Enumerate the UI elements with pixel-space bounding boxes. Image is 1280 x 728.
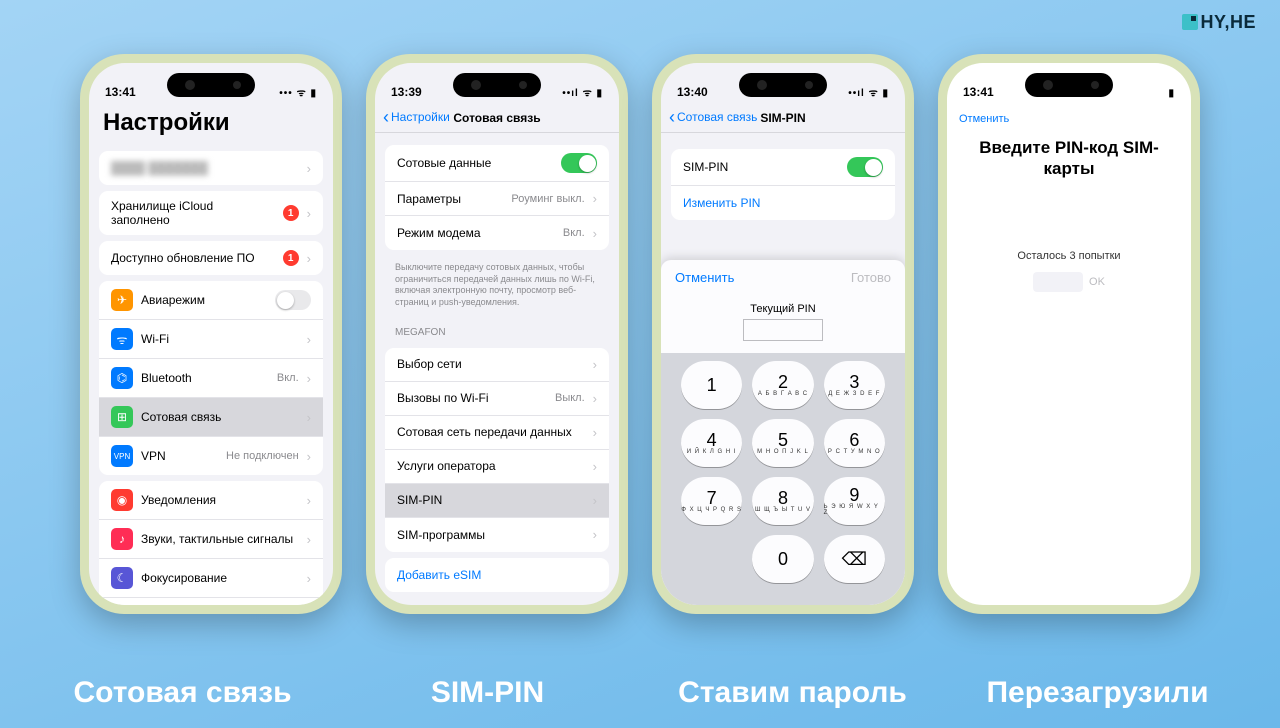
add-esim-row[interactable]: Добавить eSIM (385, 558, 609, 592)
keypad-key-3[interactable]: 3Д Е Ж З D E F (824, 361, 885, 409)
caption-3: Ставим пароль (640, 676, 945, 710)
airplane-toggle[interactable] (275, 290, 311, 310)
captions: Сотовая связь SIM-PIN Ставим пароль Пере… (0, 676, 1280, 710)
pin-prompt-title: Введите PIN-код SIM-карты (947, 135, 1191, 180)
keypad-key-6[interactable]: 6Р С Т У M N O (824, 419, 885, 467)
simpin-toggle[interactable] (847, 157, 883, 177)
keypad: 12А Б В Г A B C3Д Е Ж З D E F 4И Й К Л G … (661, 353, 905, 605)
done-button[interactable]: Готово (851, 270, 891, 285)
pin-input[interactable] (743, 319, 823, 341)
change-pin-row[interactable]: Изменить PIN (671, 186, 895, 220)
keypad-key-blank (681, 535, 742, 583)
keypad-key-4[interactable]: 4И Й К Л G H I (681, 419, 742, 467)
cellular-row[interactable]: ⊞Сотовая связь› (99, 398, 323, 437)
keypad-key-9[interactable]: 9Ь Э Ю Я W X Y Z (824, 477, 885, 525)
page-title: Настройки (89, 103, 333, 145)
sim-pin-toggle-row[interactable]: SIM-PIN (671, 149, 895, 186)
moon-icon: ☾ (111, 567, 133, 589)
screentime-row[interactable]: ⧗Экранное время› (99, 598, 323, 605)
back-button[interactable]: Настройки (383, 107, 450, 128)
software-update-row[interactable]: Доступно обновление ПО1› (99, 241, 323, 275)
keypad-key-1[interactable]: 1 (681, 361, 742, 409)
group-header-carrier: MEGAFON (375, 315, 619, 342)
cancel-button[interactable]: Отменить (675, 270, 734, 285)
phone-2: 13:39 ••ıl ᯤ ▮ Настройки Сотовая связь С… (366, 54, 628, 614)
airplane-icon: ✈ (111, 289, 133, 311)
notch (1025, 73, 1113, 97)
pin-label: Текущий PIN (661, 295, 905, 319)
footer-note: Выключите передачу сотовых данных, чтобы… (375, 256, 619, 315)
wifi-row[interactable]: ᯤWi-Fi› (99, 320, 323, 359)
sounds-row[interactable]: ♪Звуки, тактильные сигналы› (99, 520, 323, 559)
options-row[interactable]: ПараметрыРоуминг выкл.› (385, 182, 609, 216)
clock: 13:40 (677, 85, 708, 99)
data-network-row[interactable]: Сотовая сеть передачи данных› (385, 416, 609, 450)
attempts-label: Осталось 3 попытки (947, 250, 1191, 262)
nav-title: SIM-PIN (760, 111, 805, 125)
status-icons: ▮ (1168, 88, 1175, 99)
keypad-key-8[interactable]: 8Ш Щ Ъ Ы T U V (752, 477, 813, 525)
notch (167, 73, 255, 97)
phone-3: 13:40 ••ıl ᯤ ▮ Сотовая связь SIM-PIN SIM… (652, 54, 914, 614)
airplane-row[interactable]: ✈Авиарежим (99, 281, 323, 320)
cellular-data-row[interactable]: Сотовые данные (385, 145, 609, 182)
phone-row: 13:41 ••• ᯤ ▮ Настройки ████ ███████› Хр… (0, 54, 1280, 614)
keypad-key-5[interactable]: 5М Н О П J K L (752, 419, 813, 467)
sim-apps-row[interactable]: SIM-программы› (385, 518, 609, 552)
carrier-services-row[interactable]: Услуги оператора› (385, 450, 609, 484)
focus-row[interactable]: ☾Фокусирование› (99, 559, 323, 598)
profile-row[interactable]: ████ ███████› (99, 151, 323, 185)
pin-input[interactable] (1033, 272, 1083, 292)
keypad-key-⌫[interactable]: ⌫ (824, 535, 885, 583)
phone-1: 13:41 ••• ᯤ ▮ Настройки ████ ███████› Хр… (80, 54, 342, 614)
clock: 13:39 (391, 85, 422, 99)
status-icons: ••ıl ᯤ ▮ (562, 85, 603, 99)
pin-entry-sheet: Отменить Готово Текущий PIN 12А Б В Г A … (661, 260, 905, 605)
nav-header: Сотовая связь SIM-PIN (661, 103, 905, 133)
hotspot-row[interactable]: Режим модемаВкл.› (385, 216, 609, 250)
cancel-button[interactable]: Отменить (959, 113, 1009, 125)
bell-icon: ◉ (111, 489, 133, 511)
vpn-icon: VPN (111, 445, 133, 467)
icloud-storage-row[interactable]: Хранилище iCloud заполнено1› (99, 191, 323, 235)
clock: 13:41 (963, 85, 994, 99)
notch (739, 73, 827, 97)
phone-4: 13:41 ▮ Отменить Введите PIN-код SIM-кар… (938, 54, 1200, 614)
sim-pin-row[interactable]: SIM-PIN› (385, 484, 609, 518)
notch (453, 73, 541, 97)
status-icons: ••ıl ᯤ ▮ (848, 85, 889, 99)
caption-1: Сотовая связь (30, 676, 335, 710)
bluetooth-row[interactable]: ⌬BluetoothВкл.› (99, 359, 323, 398)
vpn-row[interactable]: VPNVPNНе подключен› (99, 437, 323, 475)
wifi-calling-row[interactable]: Вызовы по Wi-FiВыкл.› (385, 382, 609, 416)
caption-2: SIM-PIN (335, 676, 640, 710)
celldata-toggle[interactable] (561, 153, 597, 173)
keypad-key-7[interactable]: 7Ф Х Ц Ч P Q R S (681, 477, 742, 525)
nav-title: Сотовая связь (453, 111, 540, 125)
group-header-data: СОТОВЫЕ ДАННЫЕ (375, 598, 619, 605)
badge-icon: 1 (283, 250, 299, 266)
wifi-icon: ᯤ (111, 328, 133, 350)
bluetooth-icon: ⌬ (111, 367, 133, 389)
speaker-icon: ♪ (111, 528, 133, 550)
badge-icon: 1 (283, 205, 299, 221)
clock: 13:41 (105, 85, 136, 99)
status-icons: ••• ᯤ ▮ (279, 85, 317, 99)
back-button[interactable]: Сотовая связь (669, 107, 757, 128)
caption-4: Перезагрузили (945, 676, 1250, 710)
brand-logo: HY,HE (1182, 12, 1256, 33)
keypad-key-0[interactable]: 0 (752, 535, 813, 583)
antenna-icon: ⊞ (111, 406, 133, 428)
nav-header: Настройки Сотовая связь (375, 103, 619, 133)
ok-button[interactable]: OK (1089, 276, 1105, 288)
keypad-key-2[interactable]: 2А Б В Г A B C (752, 361, 813, 409)
notifications-row[interactable]: ◉Уведомления› (99, 481, 323, 520)
network-select-row[interactable]: Выбор сети› (385, 348, 609, 382)
